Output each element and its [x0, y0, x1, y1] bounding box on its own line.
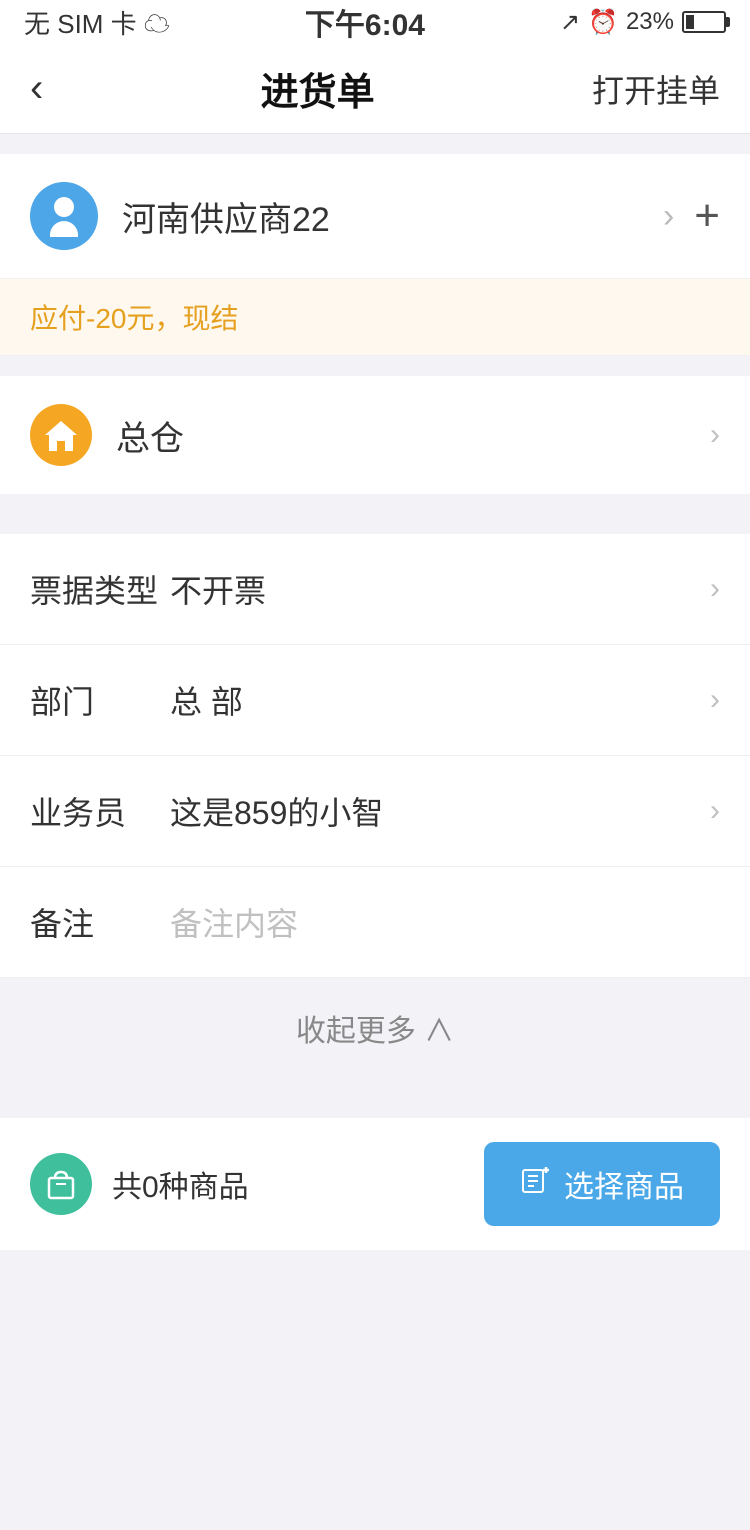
department-chevron-icon: ›: [710, 683, 720, 717]
remark-placeholder: 备注内容: [170, 899, 720, 945]
add-supplier-button[interactable]: +: [694, 191, 720, 241]
location-icon: ↗: [560, 8, 580, 37]
warehouse-row[interactable]: 总仓 ›: [0, 376, 750, 494]
salesperson-chevron-icon: ›: [710, 794, 720, 828]
notice-banner: 应付-20元，现结: [0, 279, 750, 356]
supplier-row[interactable]: 河南供应商22 › +: [0, 154, 750, 279]
collapse-row[interactable]: 收起更多 ∧: [0, 978, 750, 1078]
warehouse-section: 总仓 ›: [0, 376, 750, 494]
supplier-chevron-icon: ›: [663, 197, 674, 236]
select-product-icon: [520, 1164, 552, 1204]
back-icon: ‹: [30, 66, 43, 111]
invoice-type-chevron-icon: ›: [710, 572, 720, 606]
remark-row[interactable]: 备注 备注内容: [0, 867, 750, 978]
invoice-type-row[interactable]: 票据类型 不开票 ›: [0, 534, 750, 645]
avatar-person-icon: [45, 197, 83, 235]
department-label: 部门: [30, 677, 170, 723]
section-gap-4: [0, 1078, 750, 1098]
open-pending-button[interactable]: 打开挂单: [592, 66, 720, 112]
invoice-type-value: 不开票: [170, 566, 710, 612]
section-gap-1: [0, 134, 750, 154]
salesperson-label: 业务员: [30, 788, 170, 834]
nav-bar: ‹ 进货单 打开挂单: [0, 44, 750, 134]
page-title: 进货单: [261, 61, 375, 116]
salesperson-value: 这是859的小智: [170, 788, 710, 834]
warehouse-icon: [30, 404, 92, 466]
sim-label: 无 SIM 卡 ☁: [24, 4, 170, 41]
product-count-text: 共0种商品: [112, 1162, 484, 1206]
section-gap-3: [0, 494, 750, 514]
collapse-label: 收起更多 ∧: [296, 1006, 454, 1050]
background-fill: [0, 1250, 750, 1530]
bottom-bar: 共0种商品 选择商品: [0, 1118, 750, 1250]
supplier-name: 河南供应商22: [122, 192, 663, 241]
warehouse-chevron-icon: ›: [710, 418, 720, 452]
status-right: ↗ ⏰ 23%: [560, 8, 726, 37]
remark-label: 备注: [30, 899, 170, 945]
back-button[interactable]: ‹: [30, 66, 43, 111]
battery-icon: [682, 11, 726, 33]
shopping-bag-icon: [43, 1166, 79, 1202]
product-count-icon: [30, 1153, 92, 1215]
department-value: 总 部: [170, 677, 710, 723]
status-bar: 无 SIM 卡 ☁ 下午6:04 ↗ ⏰ 23%: [0, 0, 750, 44]
status-time: 下午6:04: [305, 0, 425, 44]
form-section: 票据类型 不开票 › 部门 总 部 › 业务员 这是859的小智 › 备注 备注…: [0, 534, 750, 978]
select-product-label: 选择商品: [564, 1162, 684, 1206]
department-row[interactable]: 部门 总 部 ›: [0, 645, 750, 756]
section-gap-2: [0, 356, 750, 376]
salesperson-row[interactable]: 业务员 这是859的小智 ›: [0, 756, 750, 867]
supplier-section: 河南供应商22 › + 应付-20元，现结: [0, 154, 750, 356]
supplier-avatar: [30, 182, 98, 250]
battery-text: 23%: [626, 8, 674, 36]
warehouse-name: 总仓: [116, 411, 710, 460]
invoice-type-label: 票据类型: [30, 566, 170, 612]
house-icon: [43, 417, 79, 453]
status-left: 无 SIM 卡 ☁: [24, 4, 170, 41]
select-product-button[interactable]: 选择商品: [484, 1142, 720, 1226]
alarm-icon: ⏰: [588, 8, 618, 37]
